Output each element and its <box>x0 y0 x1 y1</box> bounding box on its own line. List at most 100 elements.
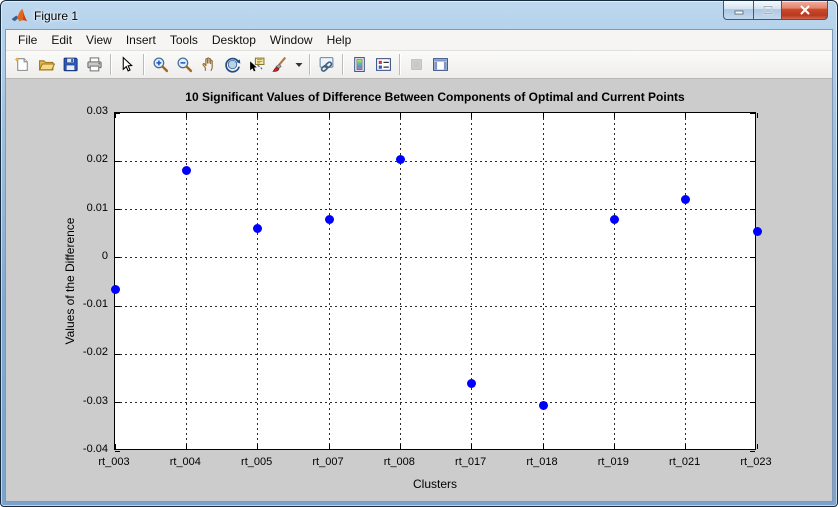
data-point[interactable] <box>538 400 548 410</box>
figure-window: Figure 1 File Edit View Insert Tools Desktop W… <box>0 0 838 507</box>
h-gridline <box>115 209 755 211</box>
data-point[interactable] <box>324 214 334 224</box>
y-tick-left <box>115 209 120 211</box>
x-tick-label: rt_018 <box>526 456 558 468</box>
v-gridline <box>613 113 615 449</box>
rotate-3d-button[interactable] <box>220 53 244 77</box>
zoom-out-button[interactable] <box>172 53 196 77</box>
close-icon <box>800 5 809 15</box>
menu-item-file[interactable]: File <box>11 31 44 50</box>
pan-button[interactable] <box>196 53 220 77</box>
data-point[interactable] <box>253 224 263 234</box>
link-plot-button[interactable] <box>314 53 338 77</box>
y-tick-right <box>750 112 755 114</box>
y-tick-right <box>750 209 755 211</box>
toolbar <box>6 51 832 79</box>
toolbar-separator <box>399 54 400 75</box>
save-figure-icon <box>63 57 78 72</box>
data-point[interactable] <box>395 155 405 165</box>
window-controls <box>723 1 828 20</box>
maximize-button[interactable] <box>753 1 782 20</box>
y-tick-left <box>115 353 120 355</box>
x-tick-bottom <box>685 444 687 449</box>
data-point[interactable] <box>681 195 691 205</box>
x-tick-top <box>328 113 330 118</box>
y-tick-right <box>750 450 755 452</box>
menu-item-view[interactable]: View <box>79 31 119 50</box>
print-figure-button[interactable] <box>82 53 106 77</box>
plot-area[interactable] <box>110 112 762 452</box>
y-tick-right <box>750 160 755 162</box>
x-tick-label: rt_023 <box>740 456 772 468</box>
edit-plot-button[interactable] <box>115 53 139 77</box>
toolbar-separator <box>143 54 144 75</box>
x-tick-bottom <box>257 444 259 449</box>
close-button[interactable] <box>782 1 828 20</box>
menu-item-tools[interactable]: Tools <box>163 31 205 50</box>
title-bar[interactable]: Figure 1 <box>1 1 837 29</box>
save-figure-button[interactable] <box>58 53 82 77</box>
data-cursor-button[interactable] <box>244 53 268 77</box>
chevron-down-icon <box>295 62 302 67</box>
insert-legend-button[interactable] <box>371 53 395 77</box>
y-tick-label: -0.02 <box>82 346 108 359</box>
y-tick-label: 0.03 <box>86 105 108 117</box>
h-gridline <box>115 353 755 355</box>
hide-plot-tools-icon <box>410 59 422 70</box>
minimize-icon <box>734 10 743 15</box>
x-tick-top <box>399 113 401 118</box>
x-tick-label: rt_019 <box>597 456 629 468</box>
v-gridline <box>471 113 473 449</box>
y-tick-right <box>750 305 755 307</box>
menu-item-desktop[interactable]: Desktop <box>205 31 263 50</box>
data-point[interactable] <box>609 214 619 224</box>
y-tick-label: -0.03 <box>82 394 108 407</box>
rotate-3d-icon <box>224 57 240 73</box>
insert-colorbar-button[interactable] <box>347 53 371 77</box>
x-tick-top <box>114 113 116 118</box>
menu-item-help[interactable]: Help <box>320 31 359 50</box>
x-tick-bottom <box>185 444 187 449</box>
toolbar-separator <box>309 54 310 75</box>
x-axis-label: Clusters <box>412 477 457 491</box>
matlab-icon <box>11 8 28 21</box>
brush-button[interactable] <box>268 53 292 77</box>
x-tick-bottom <box>542 444 544 449</box>
open-file-icon <box>38 60 55 71</box>
menu-bar: File Edit View Insert Tools Desktop Window Help <box>6 30 832 51</box>
x-tick-top <box>542 113 544 118</box>
figure-client-area: File Edit View Insert Tools Desktop Window Help <box>5 29 833 502</box>
data-point[interactable] <box>467 378 477 388</box>
data-point[interactable] <box>110 284 120 294</box>
h-gridline <box>115 305 755 307</box>
toolbar-separator <box>342 54 343 75</box>
menu-item-insert[interactable]: Insert <box>119 31 163 50</box>
brush-dropdown-button[interactable] <box>292 53 305 77</box>
h-gridline <box>115 257 755 259</box>
edit-plot-arrow-icon <box>122 56 133 72</box>
open-file-button[interactable] <box>34 53 58 77</box>
zoom-in-button[interactable] <box>148 53 172 77</box>
x-tick-top <box>685 113 687 118</box>
print-figure-icon <box>86 57 102 72</box>
data-point[interactable] <box>181 166 191 176</box>
x-tick-bottom <box>399 444 401 449</box>
y-tick-label: 0 <box>101 249 108 262</box>
toolbar-separator <box>110 54 111 75</box>
y-tick-label: -0.01 <box>82 298 108 311</box>
y-tick-label: 0.01 <box>86 201 108 214</box>
v-gridline <box>257 113 259 449</box>
h-gridline <box>115 160 755 162</box>
y-tick-label: 0.02 <box>86 153 108 166</box>
y-tick-left <box>115 160 120 162</box>
data-point[interactable] <box>752 226 762 236</box>
hide-plot-tools-button[interactable] <box>404 53 428 77</box>
new-figure-button[interactable] <box>10 53 34 77</box>
x-tick-bottom <box>114 444 116 449</box>
menu-item-edit[interactable]: Edit <box>44 31 79 50</box>
x-tick-label: rt_007 <box>312 456 344 468</box>
minimize-button[interactable] <box>723 1 753 20</box>
x-tick-top <box>257 113 259 118</box>
menu-item-window[interactable]: Window <box>263 31 320 50</box>
show-plot-tools-button[interactable] <box>428 53 452 77</box>
